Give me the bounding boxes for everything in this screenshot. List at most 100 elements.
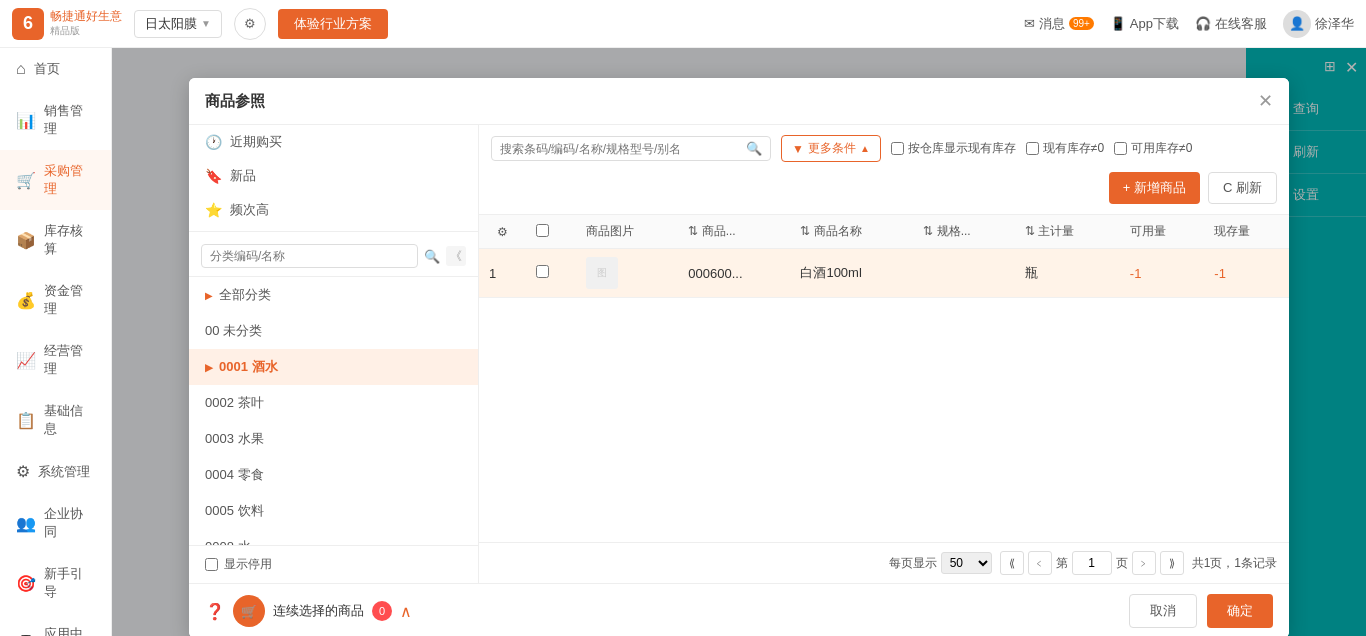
more-filter-button[interactable]: ▼ 更多条件 ▲ <box>781 135 881 162</box>
category-item-water[interactable]: 0008 水 <box>189 529 478 545</box>
td-checkbox <box>526 249 576 298</box>
footer-left: ❓ 🛒 连续选择的商品 0 ∧ <box>205 595 412 627</box>
gear-icon[interactable]: ⚙ <box>234 8 266 40</box>
confirm-button[interactable]: 确定 <box>1207 594 1273 628</box>
category-search-icon[interactable]: 🔍 <box>424 249 440 264</box>
category-list: ▶ 全部分类 00 未分类 ▶ 0001 酒水 0002 茶 <box>189 277 478 545</box>
product-data-table: ⚙ 商品图片 <box>479 215 1289 298</box>
category-item-all[interactable]: ▶ 全部分类 <box>189 277 478 313</box>
content-area: ⊞ ✕ 查询 刷新 设置 商品参照 ✕ <box>112 48 1366 636</box>
product-lookup-modal: 商品参照 ✕ 🕐 近期购买 🔖 <box>189 78 1289 636</box>
available-stock-checkbox[interactable] <box>1114 142 1127 155</box>
th-stock: 现存量 <box>1204 215 1289 249</box>
sidebar-item-home[interactable]: ⌂ 首页 <box>0 48 111 90</box>
current-stock-filter[interactable]: 现有库存≠0 <box>1026 140 1104 157</box>
td-available: -1 <box>1120 249 1205 298</box>
modal-overlay: 商品参照 ✕ 🕐 近期购买 🔖 <box>112 48 1366 636</box>
td-img: 图 <box>576 249 679 298</box>
row-checkbox[interactable] <box>536 265 549 278</box>
prev-page-btn[interactable]: ﹤ <box>1028 551 1052 575</box>
high-frequency-tab[interactable]: ⭐ 频次高 <box>189 193 478 227</box>
table-row[interactable]: 1 图 000600... <box>479 249 1289 298</box>
th-settings: ⚙ <box>479 215 526 249</box>
td-code: 000600... <box>678 249 790 298</box>
modal-close-icon[interactable]: ✕ <box>1258 90 1273 112</box>
cancel-button[interactable]: 取消 <box>1129 594 1197 628</box>
experience-button[interactable]: 体验行业方案 <box>278 9 388 39</box>
refresh-button[interactable]: C 刷新 <box>1208 172 1277 204</box>
sidebar-item-sales[interactable]: 📊 销售管理 <box>0 90 111 150</box>
sidebar-item-finance[interactable]: 💰 资金管理 <box>0 270 111 330</box>
sidebar-item-guide[interactable]: 🎯 新手引导 <box>0 553 111 613</box>
th-img: 商品图片 <box>576 215 679 249</box>
th-spec[interactable]: ⇅ 规格... <box>913 215 1015 249</box>
product-search-box: 🔍 <box>491 136 771 161</box>
sidebar-item-apps[interactable]: 📱 应用中心 <box>0 613 111 636</box>
collapse-button[interactable]: 《 <box>446 246 466 266</box>
filter-icon: ▼ <box>792 142 804 156</box>
next-page-btn[interactable]: ﹥ <box>1132 551 1156 575</box>
modal-footer: ❓ 🛒 连续选择的商品 0 ∧ 取消 确定 <box>189 583 1289 636</box>
th-checkbox <box>526 215 576 249</box>
sales-icon: 📊 <box>16 111 36 130</box>
warehouse-stock-checkbox[interactable] <box>891 142 904 155</box>
page-size-dropdown[interactable]: 50 100 200 <box>941 552 992 574</box>
avatar: 👤 <box>1283 10 1311 38</box>
first-page-btn[interactable]: ⟪ <box>1000 551 1024 575</box>
th-name[interactable]: ⇅ 商品名称 <box>790 215 913 249</box>
add-product-button[interactable]: + 新增商品 <box>1109 172 1200 204</box>
finance-icon: 💰 <box>16 291 36 310</box>
sidebar-item-basic-info[interactable]: 📋 基础信息 <box>0 390 111 450</box>
td-unit: 瓶 <box>1015 249 1120 298</box>
category-item-fruit[interactable]: 0003 水果 <box>189 421 478 457</box>
th-code[interactable]: ⇅ 商品... <box>678 215 790 249</box>
category-item-beverage[interactable]: 0005 饮料 <box>189 493 478 529</box>
product-search-input[interactable] <box>500 142 740 156</box>
available-stock-filter[interactable]: 可用库存≠0 <box>1114 140 1192 157</box>
sidebar-item-business[interactable]: 📈 经营管理 <box>0 330 111 390</box>
last-page-btn[interactable]: ⟫ <box>1160 551 1184 575</box>
category-item-tea[interactable]: 0002 茶叶 <box>189 385 478 421</box>
show-disabled-label[interactable]: 显示停用 <box>205 556 462 573</box>
category-item-snack[interactable]: 0004 零食 <box>189 457 478 493</box>
category-search-input[interactable] <box>201 244 418 268</box>
warehouse-stock-filter[interactable]: 按仓库显示现有库存 <box>891 140 1016 157</box>
home-icon: ⌂ <box>16 60 26 78</box>
enterprise-icon: 👥 <box>16 514 36 533</box>
page-number-input[interactable] <box>1072 551 1112 575</box>
help-icon[interactable]: ❓ <box>205 602 225 621</box>
guide-icon: 🎯 <box>16 574 36 593</box>
user-nav-item[interactable]: 👤 徐泽华 <box>1283 10 1354 38</box>
recent-buy-tab[interactable]: 🕐 近期购买 <box>189 125 478 159</box>
table-settings-icon[interactable]: ⚙ <box>497 225 508 239</box>
page-nav: ⟪ ﹤ 第 页 ﹥ ⟫ <box>1000 551 1184 575</box>
category-item-liquor[interactable]: ▶ 0001 酒水 <box>189 349 478 385</box>
sidebar-item-system[interactable]: ⚙ 系统管理 <box>0 450 111 493</box>
modal-body: 🕐 近期购买 🔖 新品 ⭐ 频次高 <box>189 125 1289 583</box>
select-all-checkbox[interactable] <box>536 224 549 237</box>
online-service-nav-item[interactable]: 🎧 在线客服 <box>1195 15 1267 33</box>
sidebar-item-inventory[interactable]: 📦 库存核算 <box>0 210 111 270</box>
message-nav-item[interactable]: ✉ 消息 99+ <box>1024 15 1094 33</box>
inventory-icon: 📦 <box>16 231 36 250</box>
show-disabled-checkbox[interactable] <box>205 558 218 571</box>
product-search-icon[interactable]: 🔍 <box>746 141 762 156</box>
new-products-tab[interactable]: 🔖 新品 <box>189 159 478 193</box>
nav-selector[interactable]: 日太阳膜 ▼ <box>134 10 222 38</box>
recent-tabs: 🕐 近期购买 🔖 新品 ⭐ 频次高 <box>189 125 478 227</box>
current-stock-checkbox[interactable] <box>1026 142 1039 155</box>
th-unit[interactable]: ⇅ 主计量 <box>1015 215 1120 249</box>
sidebar-item-enterprise[interactable]: 👥 企业协同 <box>0 493 111 553</box>
headset-icon: 🎧 <box>1195 16 1211 31</box>
sidebar-item-purchase[interactable]: 🛒 采购管理 <box>0 150 111 210</box>
logo-area: 6 畅捷通好生意 精品版 <box>12 8 122 40</box>
category-item-unclassified[interactable]: 00 未分类 <box>189 313 478 349</box>
cart-icon[interactable]: 🛒 <box>233 595 265 627</box>
info-icon: 📋 <box>16 411 36 430</box>
collapse-footer-icon[interactable]: ∧ <box>400 602 412 621</box>
sort-up-code: ⇅ <box>688 224 698 238</box>
page-size-select: 每页显示 50 100 200 <box>889 552 992 574</box>
star-icon: ⭐ <box>205 202 222 218</box>
app-download-nav-item[interactable]: 📱 App下载 <box>1110 15 1179 33</box>
arrow-active-icon: ▶ <box>205 362 213 373</box>
